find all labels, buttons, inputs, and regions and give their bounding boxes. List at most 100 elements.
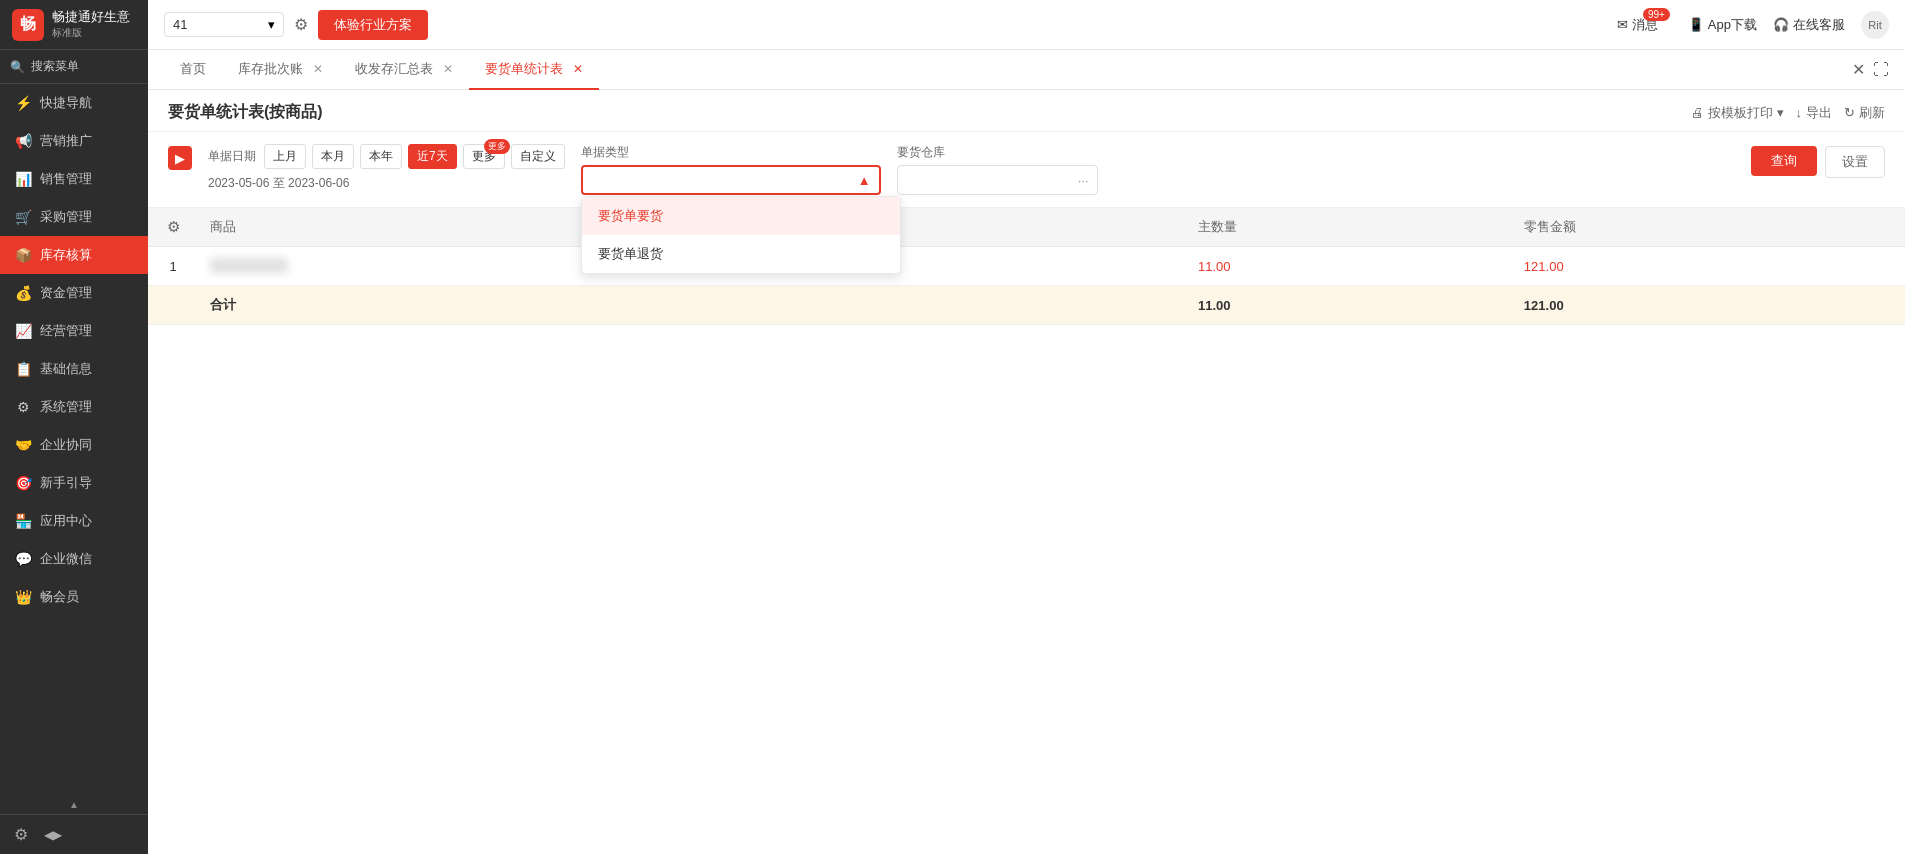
- app-download-button[interactable]: 📱 App下载: [1688, 16, 1757, 34]
- tab-home[interactable]: 首页: [164, 50, 222, 90]
- tab-request-summary-label: 要货单统计表: [485, 60, 563, 78]
- last-month-btn[interactable]: 上月: [264, 144, 306, 169]
- avatar[interactable]: Rit: [1861, 11, 1889, 39]
- table-th-amount-label: 零售金额: [1524, 219, 1576, 234]
- this-year-btn[interactable]: 本年: [360, 144, 402, 169]
- table-container: ⚙ 商品 主计量单位 主数量 零售金额: [148, 208, 1905, 325]
- tab-collect-summary-label: 收发存汇总表: [355, 60, 433, 78]
- filter-bar: ▶ 单据日期 上月 本月 本年 近7天 更多 更多 自定义: [148, 132, 1905, 208]
- dropdown-item-order-goods[interactable]: 要货单要货: [582, 197, 900, 235]
- sidebar-nav: ⚡ 快捷导航 📢 营销推广 📊 销售管理 🛒 采购管理 📦 库存核算 💰 资金管…: [0, 84, 148, 795]
- tab-collect-summary[interactable]: 收发存汇总表 ✕: [339, 50, 469, 90]
- tab-request-summary-close[interactable]: ✕: [573, 62, 583, 76]
- sales-icon: 📊: [14, 171, 32, 187]
- dropdown-item-order-goods-label: 要货单要货: [598, 208, 663, 223]
- sidebar-item-quick-nav[interactable]: ⚡ 快捷导航: [0, 84, 148, 122]
- sidebar-item-sales[interactable]: 📊 销售管理: [0, 160, 148, 198]
- search-icon: 🔍: [10, 60, 25, 74]
- trial-industry-button[interactable]: 体验行业方案: [318, 10, 428, 40]
- app-label: App下载: [1708, 16, 1757, 34]
- sidebar-item-purchase[interactable]: 🛒 采购管理: [0, 198, 148, 236]
- sidebar-item-system[interactable]: ⚙ 系统管理: [0, 388, 148, 426]
- topbar: 41 ▾ ⚙ 体验行业方案 ✉ 消息 99+ 📱 App下载 🎧 在线客服 Ri…: [148, 0, 1905, 50]
- logo-icon: 畅: [12, 9, 44, 41]
- topbar-settings-icon[interactable]: ⚙: [294, 15, 308, 34]
- type-select-arrow[interactable]: ▲: [858, 173, 871, 188]
- type-select-input[interactable]: [591, 173, 858, 188]
- sidebar-search-section[interactable]: 🔍 搜索菜单: [0, 50, 148, 84]
- search-menu-button[interactable]: 🔍 搜索菜单: [10, 58, 138, 75]
- row-amount-link[interactable]: 121.00: [1524, 259, 1564, 274]
- weixin-icon: 💬: [14, 551, 32, 567]
- tab-request-summary[interactable]: 要货单统计表 ✕: [469, 50, 599, 90]
- this-month-btn[interactable]: 本月: [312, 144, 354, 169]
- export-button[interactable]: ↓ 导出: [1796, 104, 1833, 122]
- sidebar-item-finance[interactable]: 💰 资金管理: [0, 274, 148, 312]
- filter-expand-button[interactable]: ▶: [168, 146, 192, 170]
- table-head: ⚙ 商品 主计量单位 主数量 零售金额: [148, 208, 1905, 247]
- sidebar-item-label: 经营管理: [40, 322, 92, 340]
- row-goods-value: 商品名称示例: [210, 258, 288, 273]
- sidebar-item-basic[interactable]: 📋 基础信息: [0, 350, 148, 388]
- footer-qty: 11.00: [1186, 286, 1512, 325]
- tabs-bar: 首页 库存批次账 ✕ 收发存汇总表 ✕ 要货单统计表 ✕ ✕ ⛶: [148, 50, 1905, 90]
- type-select[interactable]: ▲: [581, 165, 881, 195]
- sidebar-item-marketing[interactable]: 📢 营销推广: [0, 122, 148, 160]
- warehouse-select-input[interactable]: [906, 173, 1074, 188]
- last-7days-btn[interactable]: 近7天: [408, 144, 457, 169]
- message-button[interactable]: ✉ 消息 99+: [1617, 16, 1658, 34]
- settings-button[interactable]: 设置: [1825, 146, 1885, 178]
- tab-inventory-batch[interactable]: 库存批次账 ✕: [222, 50, 339, 90]
- tabs-actions: ✕ ⛶: [1852, 60, 1889, 79]
- query-button[interactable]: 查询: [1751, 146, 1817, 176]
- warehouse-more-icon[interactable]: ···: [1078, 173, 1089, 188]
- sidebar-item-weixin[interactable]: 💬 企业微信: [0, 540, 148, 578]
- sidebar-item-label: 采购管理: [40, 208, 92, 226]
- footer-empty1: [148, 286, 198, 325]
- table-body: 1 商品名称示例 块 11.00 121.00: [148, 247, 1905, 286]
- sidebar-item-label: 新手引导: [40, 474, 92, 492]
- expand-tab-icon[interactable]: ⛶: [1873, 61, 1889, 79]
- sidebar-item-operation[interactable]: 📈 经营管理: [0, 312, 148, 350]
- inventory-icon: 📦: [14, 247, 32, 263]
- table-th-settings[interactable]: ⚙: [148, 208, 198, 247]
- date-buttons-row: 上月 本月 本年 近7天 更多 更多 自定义: [264, 144, 565, 169]
- sidebar-item-label: 畅会员: [40, 588, 79, 606]
- tab-inventory-batch-close[interactable]: ✕: [313, 62, 323, 76]
- sidebar-item-label: 企业微信: [40, 550, 92, 568]
- online-service-button[interactable]: 🎧 在线客服: [1773, 16, 1845, 34]
- print-icon: 🖨: [1691, 105, 1704, 120]
- row-seq: 1: [148, 247, 198, 286]
- refresh-button[interactable]: ↻ 刷新: [1844, 104, 1885, 122]
- sidebar-item-guide[interactable]: 🎯 新手引导: [0, 464, 148, 502]
- enterprise-icon: 🤝: [14, 437, 32, 453]
- more-badge: 更多: [484, 139, 510, 154]
- sidebar-item-member[interactable]: 👑 畅会员: [0, 578, 148, 616]
- footer-collapse-icon[interactable]: ◀▶: [44, 828, 62, 842]
- more-date-btn[interactable]: 更多 更多: [463, 144, 505, 169]
- topbar-left: 41 ▾ ⚙ 体验行业方案: [164, 10, 1605, 40]
- table-settings-icon[interactable]: ⚙: [167, 218, 180, 235]
- app-icon: 📱: [1688, 17, 1704, 32]
- company-selector[interactable]: 41 ▾: [164, 12, 284, 37]
- sidebar-item-inventory[interactable]: 📦 库存核算: [0, 236, 148, 274]
- message-badge: 99+: [1643, 8, 1670, 21]
- dropdown-item-order-return[interactable]: 要货单退货: [582, 235, 900, 273]
- custom-date-btn[interactable]: 自定义: [511, 144, 565, 169]
- topbar-right: ✉ 消息 99+ 📱 App下载 🎧 在线客服 Rit: [1617, 11, 1889, 39]
- footer-settings-icon[interactable]: ⚙: [14, 825, 28, 844]
- tab-collect-summary-close[interactable]: ✕: [443, 62, 453, 76]
- print-template-button[interactable]: 🖨 按模板打印 ▾: [1691, 104, 1784, 122]
- warehouse-select[interactable]: ···: [897, 165, 1098, 195]
- close-tab-icon[interactable]: ✕: [1852, 60, 1865, 79]
- row-qty-link[interactable]: 11.00: [1198, 259, 1231, 274]
- date-range-display: 2023-05-06 至 2023-06-06: [208, 175, 565, 192]
- page-title: 要货单统计表(按商品): [168, 102, 323, 123]
- footer-amount: 121.00: [1512, 286, 1905, 325]
- search-menu-label: 搜索菜单: [31, 58, 79, 75]
- export-label: 导出: [1806, 104, 1832, 122]
- sidebar-item-enterprise[interactable]: 🤝 企业协同: [0, 426, 148, 464]
- refresh-label: 刷新: [1859, 104, 1885, 122]
- tab-inventory-batch-label: 库存批次账: [238, 60, 303, 78]
- sidebar-item-app-center[interactable]: 🏪 应用中心: [0, 502, 148, 540]
